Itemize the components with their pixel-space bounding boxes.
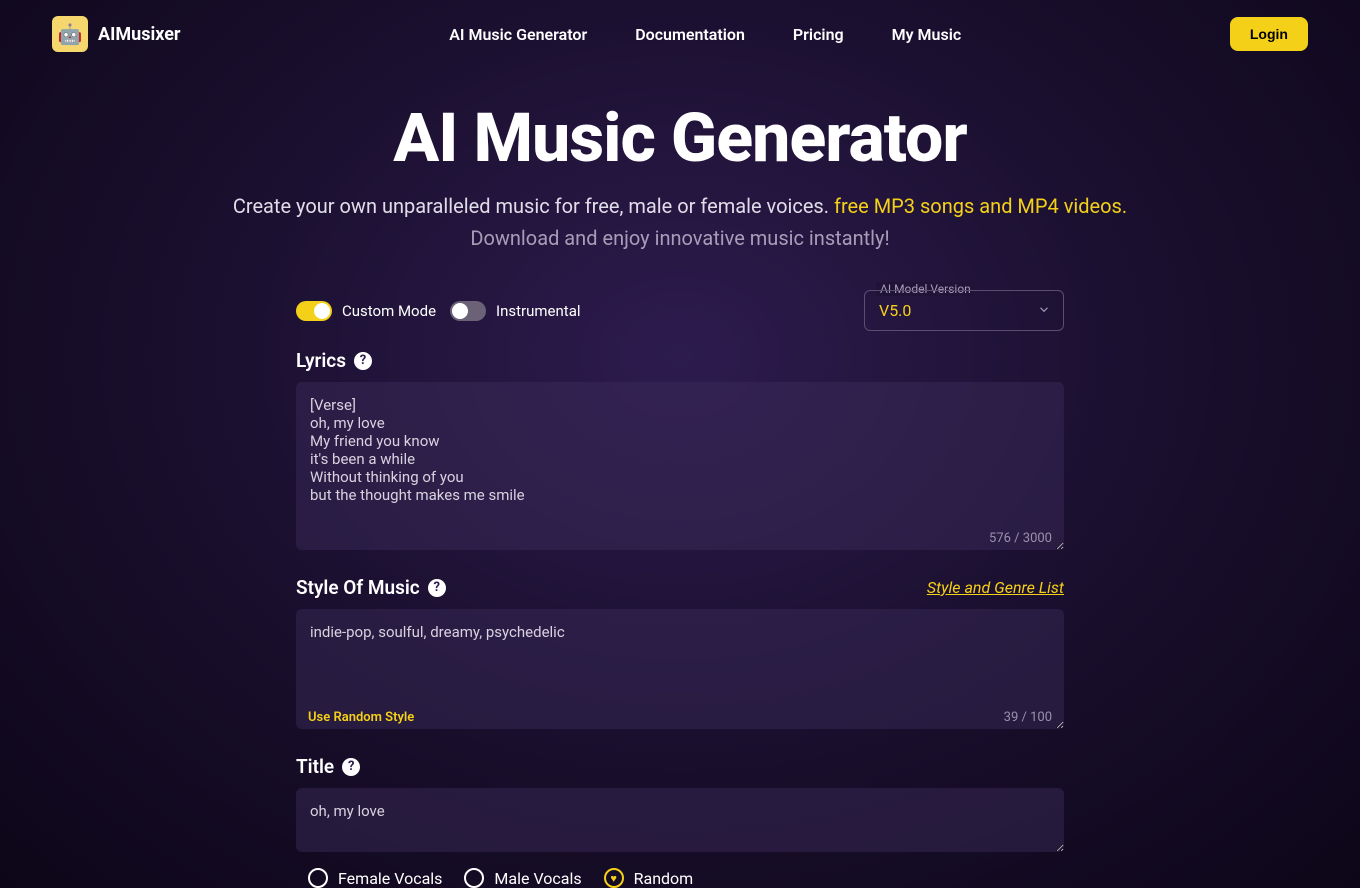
- toggle-switch-icon: [296, 301, 332, 321]
- chevron-down-icon: [1037, 301, 1051, 320]
- female-vocals-label: Female Vocals: [338, 869, 442, 888]
- custom-mode-toggle[interactable]: Custom Mode: [296, 301, 436, 321]
- nav-pricing[interactable]: Pricing: [793, 25, 844, 44]
- help-icon[interactable]: ?: [354, 352, 372, 370]
- lyrics-counter: 576 / 3000: [989, 531, 1052, 546]
- help-icon[interactable]: ?: [428, 579, 446, 597]
- logo-icon: 🤖: [52, 16, 88, 52]
- lyrics-label: Lyrics ?: [296, 349, 1064, 372]
- brand-name: AIMusixer: [98, 24, 181, 45]
- random-vocals-label: Random: [634, 869, 694, 888]
- model-value: V5.0: [879, 301, 911, 320]
- login-button[interactable]: Login: [1230, 17, 1308, 51]
- vocals-radio-group: Female Vocals Male Vocals ♥ Random: [296, 868, 1064, 888]
- style-genre-link[interactable]: Style and Genre List: [927, 578, 1064, 597]
- custom-mode-label: Custom Mode: [342, 302, 436, 320]
- male-vocals-label: Male Vocals: [494, 869, 581, 888]
- hero-subtitle-1: Create your own unparalleled music for f…: [0, 194, 1360, 218]
- radio-icon: [464, 868, 484, 888]
- help-icon[interactable]: ?: [342, 758, 360, 776]
- male-vocals-radio[interactable]: Male Vocals: [464, 868, 581, 888]
- radio-icon: [308, 868, 328, 888]
- lyrics-input[interactable]: [296, 382, 1064, 550]
- main-nav: AI Music Generator Documentation Pricing…: [449, 25, 961, 44]
- hero-sub1-highlight: free MP3 songs and MP4 videos.: [834, 194, 1127, 218]
- radio-icon-selected: ♥: [604, 868, 624, 888]
- style-counter: 39 / 100: [1004, 710, 1052, 725]
- style-label: Style Of Music ?: [296, 576, 446, 599]
- hero-subtitle-2: Download and enjoy innovative music inst…: [0, 226, 1360, 250]
- nav-documentation[interactable]: Documentation: [635, 25, 745, 44]
- title-input[interactable]: [296, 788, 1064, 852]
- model-version-select[interactable]: AI Model Version V5.0: [864, 290, 1064, 331]
- title-label: Title ?: [296, 755, 1064, 778]
- random-vocals-radio[interactable]: ♥ Random: [604, 868, 694, 888]
- instrumental-toggle[interactable]: Instrumental: [450, 301, 580, 321]
- logo[interactable]: 🤖 AIMusixer: [52, 16, 181, 52]
- female-vocals-radio[interactable]: Female Vocals: [308, 868, 442, 888]
- instrumental-label: Instrumental: [496, 302, 580, 320]
- use-random-style-button[interactable]: Use Random Style: [308, 710, 414, 725]
- heart-icon: ♥: [610, 872, 617, 885]
- nav-my-music[interactable]: My Music: [892, 25, 962, 44]
- toggle-switch-icon: [450, 301, 486, 321]
- nav-generator[interactable]: AI Music Generator: [449, 25, 587, 44]
- hero-sub1-part-a: Create your own unparalleled music for f…: [233, 194, 834, 218]
- page-title: AI Music Generator: [0, 98, 1360, 178]
